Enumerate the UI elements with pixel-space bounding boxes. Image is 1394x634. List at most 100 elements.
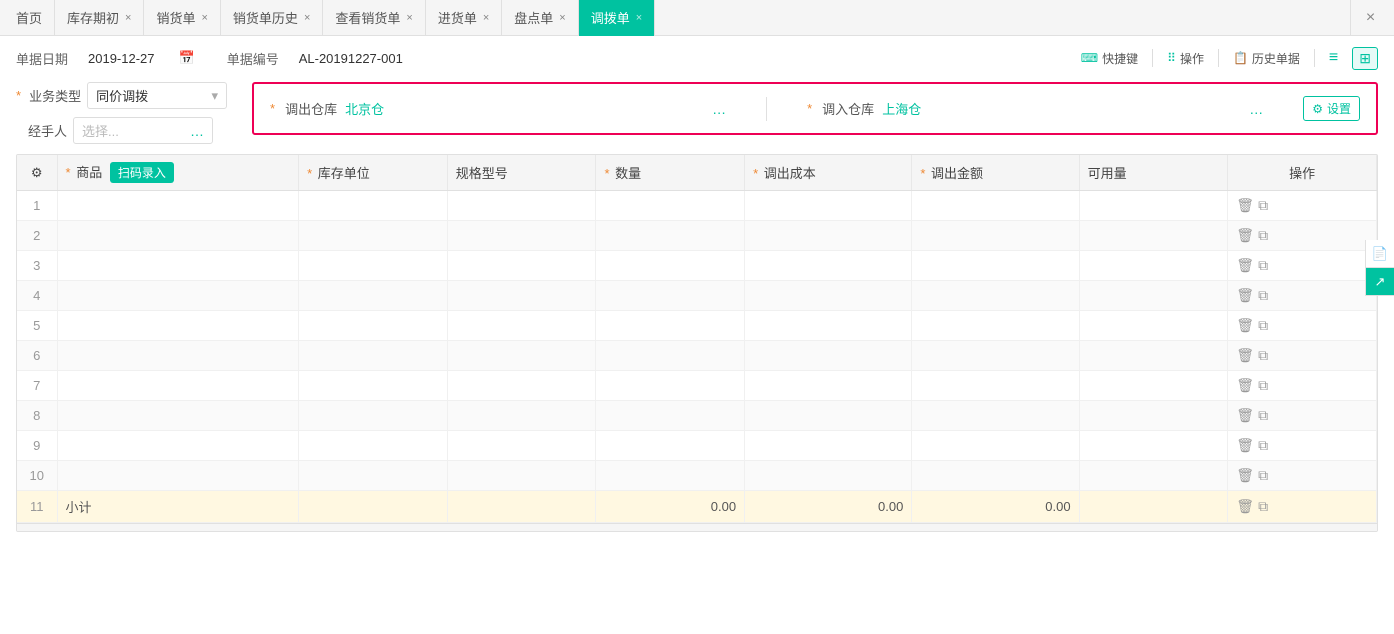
row-product-1[interactable] <box>57 191 299 221</box>
tab-sales-history[interactable]: 销货单历史 × <box>221 0 323 36</box>
transfer-in-ellipsis[interactable]: … <box>1249 101 1263 117</box>
row-product-3[interactable] <box>57 251 299 281</box>
row-product-6[interactable] <box>57 341 299 371</box>
row-amount-6[interactable] <box>912 341 1079 371</box>
right-doc-button[interactable]: 📄 <box>1366 240 1394 268</box>
row-unit-6[interactable] <box>299 341 448 371</box>
row-cost-4[interactable] <box>745 281 912 311</box>
row-product-7[interactable] <box>57 371 299 401</box>
row-spec-9[interactable] <box>447 431 596 461</box>
tab-sales-order-close[interactable]: × <box>201 12 207 24</box>
copy-icon-3[interactable]: ⧉ <box>1258 257 1268 274</box>
row-spec-10[interactable] <box>447 461 596 491</box>
row-cost-7[interactable] <box>745 371 912 401</box>
delete-icon-4[interactable]: 🗑 <box>1236 287 1254 304</box>
row-qty-8[interactable] <box>596 401 745 431</box>
row-unit-10[interactable] <box>299 461 448 491</box>
operations-button[interactable]: ⠿ 操作 <box>1161 47 1210 70</box>
delete-icon-2[interactable]: 🗑 <box>1236 227 1254 244</box>
copy-icon-8[interactable]: ⧉ <box>1258 407 1268 424</box>
row-product-9[interactable] <box>57 431 299 461</box>
delete-icon-10[interactable]: 🗑 <box>1236 467 1254 484</box>
row-qty-10[interactable] <box>596 461 745 491</box>
column-settings-gear[interactable]: ⚙ <box>17 155 57 191</box>
row-qty-2[interactable] <box>596 221 745 251</box>
copy-icon-2[interactable]: ⧉ <box>1258 227 1268 244</box>
row-amount-7[interactable] <box>912 371 1079 401</box>
delete-icon-5[interactable]: 🗑 <box>1236 317 1254 334</box>
copy-icon-1[interactable]: ⧉ <box>1258 197 1268 214</box>
tab-inventory-init-close[interactable]: × <box>125 12 131 24</box>
copy-icon-6[interactable]: ⧉ <box>1258 347 1268 364</box>
row-unit-5[interactable] <box>299 311 448 341</box>
row-qty-4[interactable] <box>596 281 745 311</box>
row-spec-1[interactable] <box>447 191 596 221</box>
row-spec-8[interactable] <box>447 401 596 431</box>
row-qty-5[interactable] <box>596 311 745 341</box>
delete-icon-8[interactable]: 🗑 <box>1236 407 1254 424</box>
shortcut-button[interactable]: ⌨ 快捷键 <box>1075 47 1144 70</box>
delete-icon-7[interactable]: 🗑 <box>1236 377 1254 394</box>
scan-button[interactable]: 扫码录入 <box>110 162 174 183</box>
tab-transfer-close[interactable]: × <box>636 12 642 24</box>
tab-home[interactable]: 首页 <box>4 0 55 36</box>
layout2-button[interactable]: ⊞ <box>1352 47 1378 70</box>
tab-view-sales[interactable]: 查看销货单 × <box>323 0 425 36</box>
row-cost-10[interactable] <box>745 461 912 491</box>
row-product-2[interactable] <box>57 221 299 251</box>
row-amount-9[interactable] <box>912 431 1079 461</box>
settings-button[interactable]: ⚙ 设置 <box>1303 96 1360 121</box>
row-cost-5[interactable] <box>745 311 912 341</box>
handler-select[interactable]: 选择... … <box>73 117 213 144</box>
row-cost-2[interactable] <box>745 221 912 251</box>
row-product-5[interactable] <box>57 311 299 341</box>
calendar-icon[interactable]: 📅 <box>179 50 195 66</box>
tab-transfer[interactable]: 调拨单 × <box>579 0 655 36</box>
row-qty-6[interactable] <box>596 341 745 371</box>
row-unit-2[interactable] <box>299 221 448 251</box>
tab-inventory-check-close[interactable]: × <box>559 12 565 24</box>
row-unit-8[interactable] <box>299 401 448 431</box>
layout1-button[interactable]: ≡ <box>1323 46 1344 70</box>
row-amount-10[interactable] <box>912 461 1079 491</box>
right-expand-button[interactable]: ↗ <box>1366 268 1394 296</box>
copy-icon-7[interactable]: ⧉ <box>1258 377 1268 394</box>
copy-icon-5[interactable]: ⧉ <box>1258 317 1268 334</box>
row-cost-1[interactable] <box>745 191 912 221</box>
row-spec-3[interactable] <box>447 251 596 281</box>
tab-inventory-init[interactable]: 库存期初 × <box>55 0 144 36</box>
table-scroll-area[interactable]: ⚙ * 商品 扫码录入 * 库存单位 规格型号 <box>17 155 1377 523</box>
row-cost-9[interactable] <box>745 431 912 461</box>
transfer-out-ellipsis[interactable]: … <box>712 101 726 117</box>
row-cost-3[interactable] <box>745 251 912 281</box>
delete-icon-9[interactable]: 🗑 <box>1236 437 1254 454</box>
delete-icon-3[interactable]: 🗑 <box>1236 257 1254 274</box>
subtotal-copy-icon[interactable]: ⧉ <box>1258 498 1268 515</box>
row-spec-2[interactable] <box>447 221 596 251</box>
row-unit-7[interactable] <box>299 371 448 401</box>
window-close-button[interactable]: × <box>1350 0 1390 36</box>
row-spec-6[interactable] <box>447 341 596 371</box>
row-qty-3[interactable] <box>596 251 745 281</box>
row-product-10[interactable] <box>57 461 299 491</box>
delete-icon-1[interactable]: 🗑 <box>1236 197 1254 214</box>
scroll-indicator[interactable] <box>17 523 1377 531</box>
row-spec-4[interactable] <box>447 281 596 311</box>
tab-sales-order[interactable]: 销货单 × <box>144 0 220 36</box>
tab-sales-history-close[interactable]: × <box>304 12 310 24</box>
row-qty-1[interactable] <box>596 191 745 221</box>
row-amount-4[interactable] <box>912 281 1079 311</box>
row-product-8[interactable] <box>57 401 299 431</box>
row-spec-5[interactable] <box>447 311 596 341</box>
delete-icon-6[interactable]: 🗑 <box>1236 347 1254 364</box>
row-amount-1[interactable] <box>912 191 1079 221</box>
row-spec-7[interactable] <box>447 371 596 401</box>
row-qty-7[interactable] <box>596 371 745 401</box>
row-amount-3[interactable] <box>912 251 1079 281</box>
row-product-4[interactable] <box>57 281 299 311</box>
row-amount-5[interactable] <box>912 311 1079 341</box>
handler-ellipsis-icon[interactable]: … <box>190 123 204 139</box>
row-cost-8[interactable] <box>745 401 912 431</box>
row-unit-1[interactable] <box>299 191 448 221</box>
row-cost-6[interactable] <box>745 341 912 371</box>
